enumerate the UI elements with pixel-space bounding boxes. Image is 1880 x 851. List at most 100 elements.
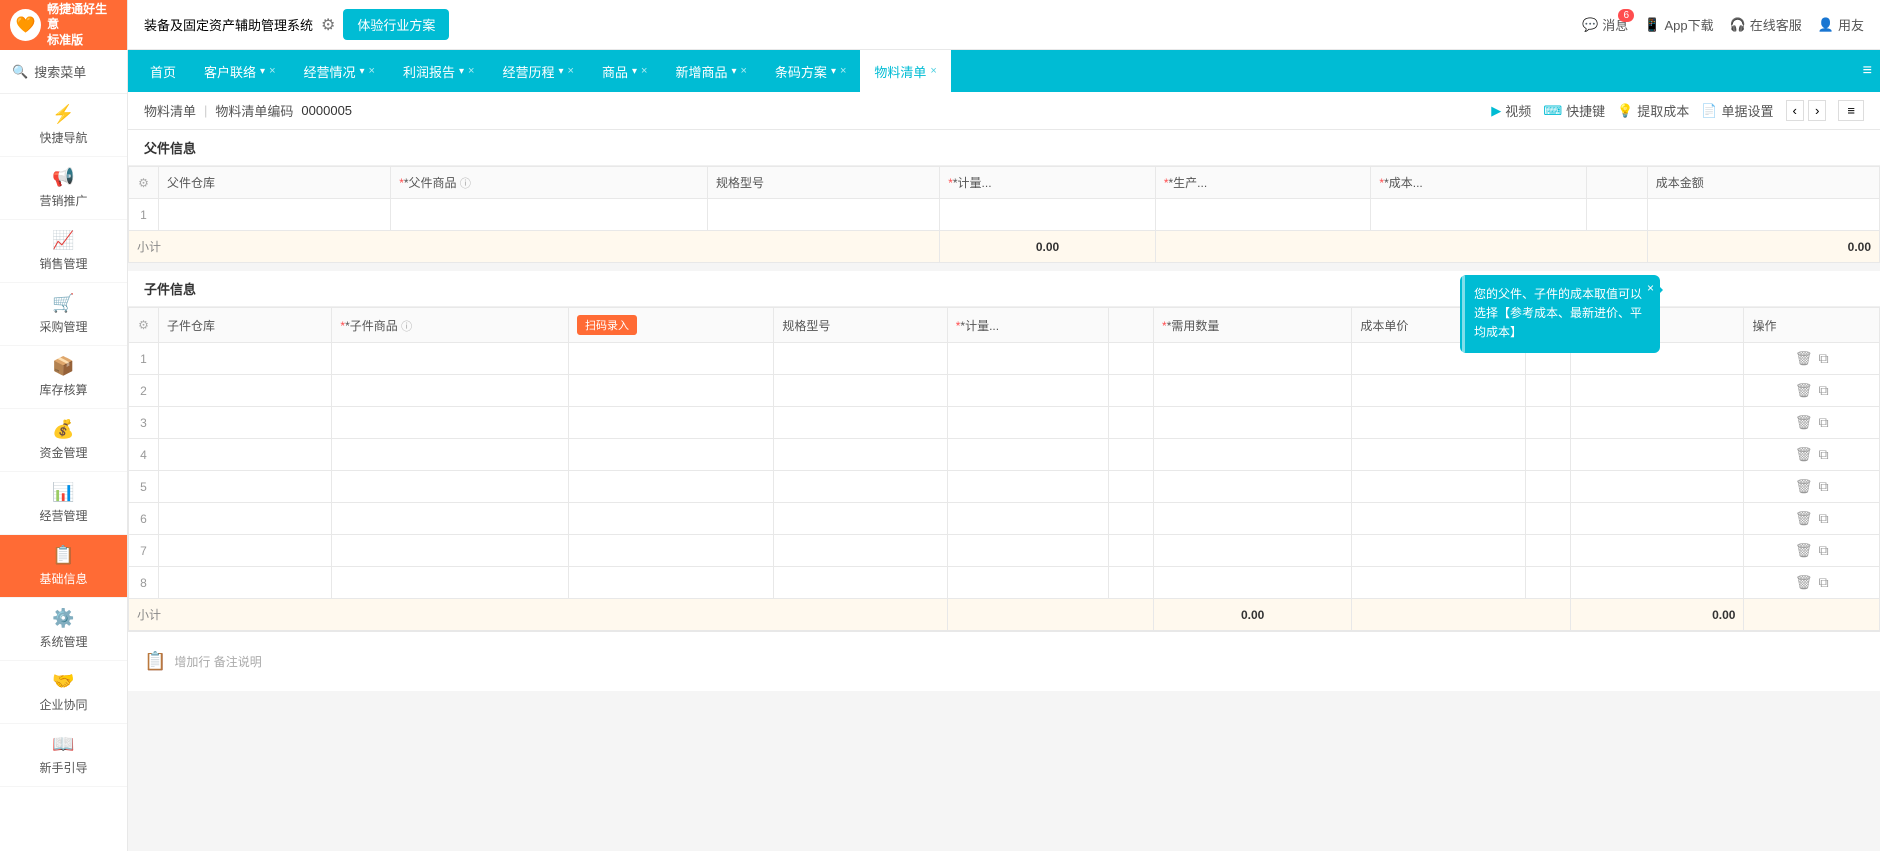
child-goods-cell[interactable]: [332, 535, 569, 567]
sidebar-item-guide[interactable]: 📖 新手引导: [0, 724, 127, 787]
copy-row-icon[interactable]: ⧉: [1819, 382, 1829, 399]
tab-bom[interactable]: 物料清单 ×: [860, 50, 950, 92]
delete-row-icon[interactable]: 🗑: [1795, 478, 1813, 495]
child-cost-amount-cell[interactable]: [1571, 503, 1744, 535]
child-cost-amount-cell[interactable]: [1571, 439, 1744, 471]
sidebar-item-marketing[interactable]: 📢 营销推广: [0, 157, 127, 220]
close-tab-customer[interactable]: ×: [269, 65, 275, 77]
sidebar-item-operations[interactable]: 📊 经营管理: [0, 472, 127, 535]
copy-row-icon[interactable]: ⧉: [1819, 446, 1829, 463]
child-warehouse-cell[interactable]: [159, 439, 332, 471]
child-warehouse-cell[interactable]: [159, 503, 332, 535]
child-qty-cell[interactable]: [1154, 343, 1352, 375]
tab-history[interactable]: 经营历程 ▾ ×: [488, 50, 587, 92]
child-unit-cost-cell[interactable]: [1352, 535, 1525, 567]
close-tab-operations[interactable]: ×: [369, 65, 375, 77]
extract-cost-button[interactable]: 💡 提取成本: [1617, 101, 1689, 120]
child-warehouse-cell[interactable]: [159, 343, 332, 375]
online-service-button[interactable]: 🎧 在线客服: [1730, 15, 1802, 34]
child-spec-cell[interactable]: [774, 471, 947, 503]
trial-button[interactable]: 体验行业方案: [343, 9, 449, 40]
sidebar-item-purchase[interactable]: 🛒 采购管理: [0, 283, 127, 346]
child-spec-cell[interactable]: [774, 503, 947, 535]
parent-warehouse-cell[interactable]: [159, 199, 391, 231]
child-qty-cell[interactable]: [1154, 375, 1352, 407]
child-unit-cost-cell[interactable]: [1352, 567, 1525, 599]
shortcut-button[interactable]: ⌨ 快捷键: [1543, 101, 1605, 120]
child-unit-cell[interactable]: [947, 407, 1108, 439]
th-scan[interactable]: 扫码录入: [568, 308, 773, 343]
child-spec-cell[interactable]: [774, 407, 947, 439]
delete-row-icon[interactable]: 🗑: [1795, 574, 1813, 591]
tab-profit[interactable]: 利润报告 ▾ ×: [389, 50, 488, 92]
bill-settings-button[interactable]: 📄 单据设置: [1701, 101, 1773, 120]
child-goods-cell[interactable]: [332, 503, 569, 535]
child-goods-cell[interactable]: [332, 407, 569, 439]
child-goods-cell[interactable]: [332, 343, 569, 375]
close-tab-barcode[interactable]: ×: [840, 65, 846, 77]
user-menu[interactable]: 👤 用友: [1818, 15, 1864, 34]
parent-goods-cell[interactable]: [391, 199, 708, 231]
close-tab-bom[interactable]: ×: [930, 65, 936, 77]
child-warehouse-cell[interactable]: [159, 535, 332, 567]
child-spec-cell[interactable]: [774, 567, 947, 599]
child-unit-cell[interactable]: [947, 503, 1108, 535]
th-settings[interactable]: ⚙: [129, 167, 159, 199]
child-goods-cell[interactable]: [332, 567, 569, 599]
child-cost-amount-cell[interactable]: [1571, 471, 1744, 503]
tooltip-close-button[interactable]: ×: [1647, 279, 1654, 298]
close-tab-new-goods[interactable]: ×: [740, 65, 746, 77]
delete-row-icon[interactable]: 🗑: [1795, 350, 1813, 367]
child-goods-cell[interactable]: [332, 439, 569, 471]
sidebar-item-quick-nav[interactable]: ⚡ 快捷导航: [0, 94, 127, 157]
child-cost-amount-cell[interactable]: [1571, 535, 1744, 567]
list-view-button[interactable]: ≡: [1838, 100, 1864, 121]
child-warehouse-cell[interactable]: [159, 375, 332, 407]
close-tab-goods[interactable]: ×: [641, 65, 647, 77]
delete-row-icon[interactable]: 🗑: [1795, 382, 1813, 399]
child-warehouse-cell[interactable]: [159, 471, 332, 503]
prev-record-button[interactable]: ‹: [1786, 100, 1804, 121]
parent-unit-cell[interactable]: [940, 199, 1156, 231]
child-warehouse-cell[interactable]: [159, 407, 332, 439]
parent-produce-cell[interactable]: [1155, 199, 1371, 231]
child-goods-cell[interactable]: [332, 471, 569, 503]
child-qty-cell[interactable]: [1154, 407, 1352, 439]
view-video-button[interactable]: ▶ 视频: [1491, 101, 1531, 120]
child-cost-amount-cell[interactable]: [1571, 407, 1744, 439]
child-unit-cost-cell[interactable]: [1352, 375, 1525, 407]
tab-customer[interactable]: 客户联络 ▾ ×: [190, 50, 289, 92]
copy-row-icon[interactable]: ⧉: [1819, 478, 1829, 495]
tab-home[interactable]: 首页: [136, 50, 190, 92]
child-unit-cell[interactable]: [947, 567, 1108, 599]
tab-new-goods[interactable]: 新增商品 ▾ ×: [661, 50, 760, 92]
sidebar-item-enterprise[interactable]: 🤝 企业协同: [0, 661, 127, 724]
parent-cost-cell[interactable]: [1371, 199, 1587, 231]
settings-gear-button[interactable]: ⚙: [321, 15, 335, 35]
child-qty-cell[interactable]: [1154, 503, 1352, 535]
sidebar-item-sales[interactable]: 📈 销售管理: [0, 220, 127, 283]
child-spec-cell[interactable]: [774, 439, 947, 471]
child-unit-cost-cell[interactable]: [1352, 439, 1525, 471]
child-warehouse-cell[interactable]: [159, 567, 332, 599]
child-goods-cell[interactable]: [332, 375, 569, 407]
next-record-button[interactable]: ›: [1808, 100, 1826, 121]
close-all-tabs-button[interactable]: ≡: [1863, 62, 1872, 80]
sidebar-item-inventory[interactable]: 📦 库存核算: [0, 346, 127, 409]
child-spec-cell[interactable]: [774, 343, 947, 375]
scan-input-button[interactable]: 扫码录入: [577, 315, 637, 335]
child-cost-amount-cell[interactable]: [1571, 375, 1744, 407]
close-tab-history[interactable]: ×: [568, 65, 574, 77]
copy-row-icon[interactable]: ⧉: [1819, 350, 1829, 367]
close-tab-profit[interactable]: ×: [468, 65, 474, 77]
copy-row-icon[interactable]: ⧉: [1819, 574, 1829, 591]
child-unit-cell[interactable]: [947, 343, 1108, 375]
tab-barcode[interactable]: 条码方案 ▾ ×: [761, 50, 860, 92]
search-menu-button[interactable]: 🔍 搜索菜单: [8, 58, 119, 85]
sidebar-item-finance[interactable]: 💰 资金管理: [0, 409, 127, 472]
child-unit-cost-cell[interactable]: [1352, 471, 1525, 503]
tab-goods[interactable]: 商品 ▾ ×: [588, 50, 661, 92]
child-qty-cell[interactable]: [1154, 567, 1352, 599]
child-unit-cell[interactable]: [947, 375, 1108, 407]
copy-row-icon[interactable]: ⧉: [1819, 414, 1829, 431]
